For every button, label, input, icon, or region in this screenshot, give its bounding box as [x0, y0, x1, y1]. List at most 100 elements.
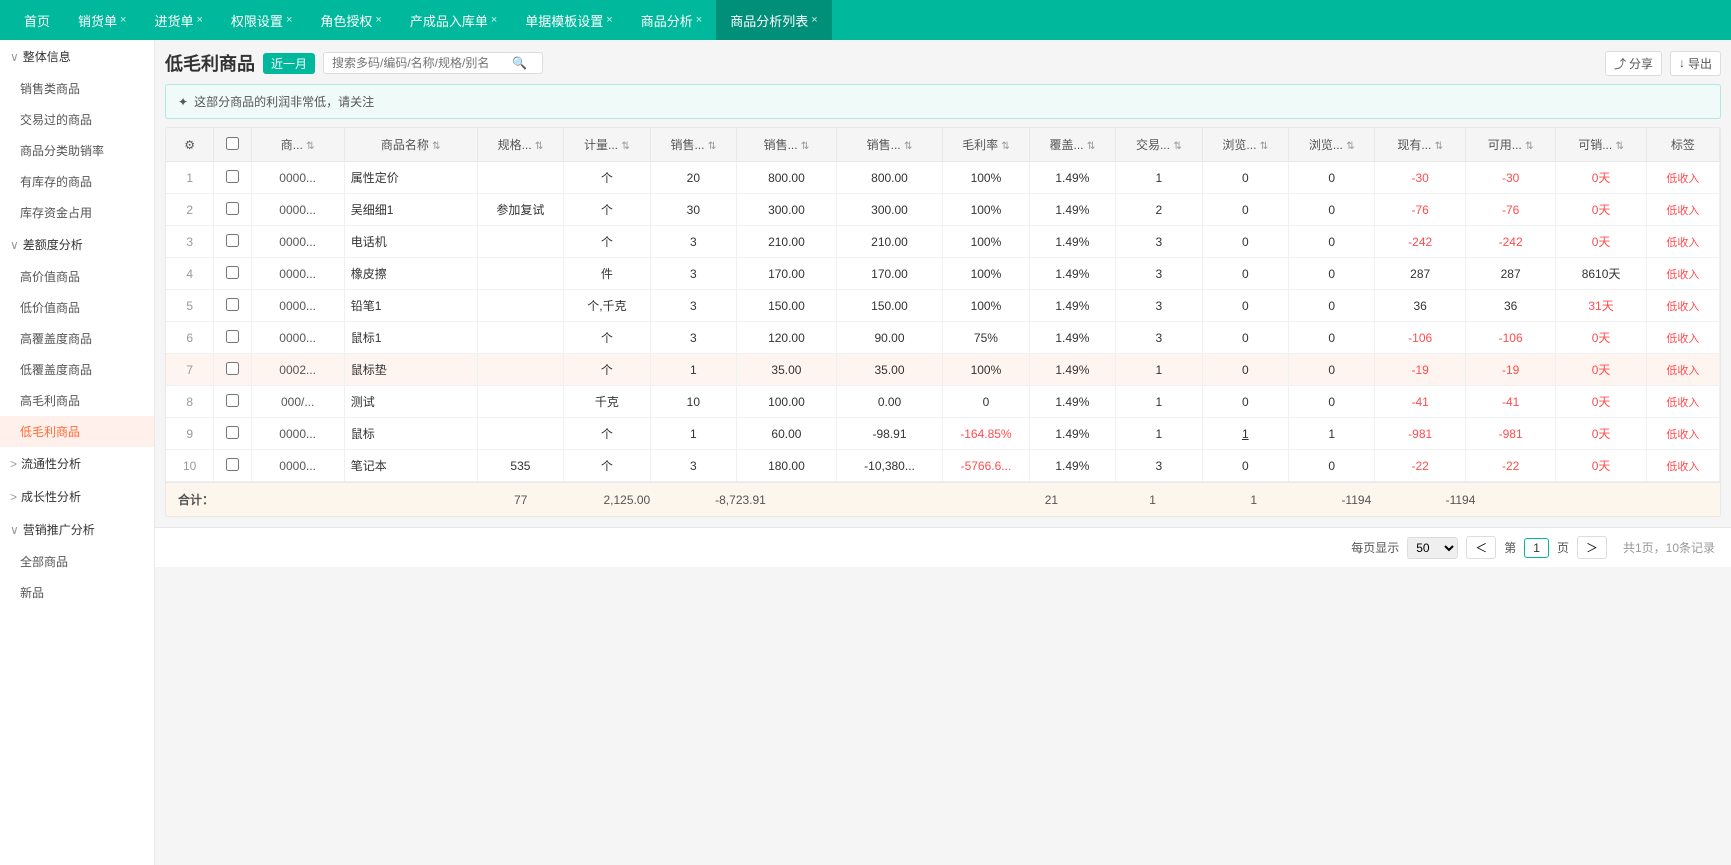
cell-check[interactable] [214, 258, 251, 290]
select-all-checkbox[interactable] [226, 137, 239, 150]
export-button[interactable]: ↓ 导出 [1670, 51, 1721, 76]
cell-sales3: 35.00 [836, 354, 942, 386]
th-name[interactable]: 商品名称 ⇅ [344, 128, 477, 162]
per-page-select[interactable]: 50 20 100 [1407, 537, 1458, 559]
row-checkbox[interactable] [226, 202, 239, 215]
nav-item-product-in[interactable]: 产成品入库单 × [396, 0, 511, 40]
cell-code: 0000... [251, 290, 344, 322]
sidebar-item-高覆盖度商品[interactable]: 高覆盖度商品 [0, 323, 154, 354]
row-checkbox[interactable] [226, 426, 239, 439]
cell-check[interactable] [214, 162, 251, 194]
row-checkbox[interactable] [226, 330, 239, 343]
row-checkbox[interactable] [226, 234, 239, 247]
th-code[interactable]: 商... ⇅ [251, 128, 344, 162]
row-checkbox[interactable] [226, 458, 239, 471]
sidebar-group-整体信息[interactable]: ∨整体信息 [0, 40, 154, 73]
nav-item-roles[interactable]: 角色授权 × [306, 0, 395, 40]
search-box: 🔍 [323, 52, 543, 74]
th-browse1[interactable]: 浏览... ⇅ [1202, 128, 1288, 162]
nav-item-product-analysis[interactable]: 商品分析 × [627, 0, 716, 40]
sidebar-item-低毛利商品[interactable]: 低毛利商品 [0, 416, 154, 447]
cell-tag: 低收入 [1646, 418, 1719, 450]
th-available-stock[interactable]: 可用... ⇅ [1465, 128, 1555, 162]
search-input[interactable] [332, 56, 512, 70]
sidebar-item-高价值商品[interactable]: 高价值商品 [0, 261, 154, 292]
cell-check[interactable] [214, 450, 251, 482]
nav-item-home[interactable]: 首页 [10, 0, 64, 40]
nav-close-product-analysis-list[interactable]: × [811, 14, 817, 26]
cell-unit: 个 [564, 194, 650, 226]
nav-close-template[interactable]: × [606, 14, 612, 26]
sidebar-item-商品分类助销率[interactable]: 商品分类助销率 [0, 135, 154, 166]
nav-close-sales[interactable]: × [120, 14, 126, 26]
next-page-button[interactable]: ＞ [1577, 536, 1607, 559]
cell-margin: 100% [943, 354, 1029, 386]
th-sales-profit[interactable]: 销售... ⇅ [836, 128, 942, 162]
nav-item-purchase[interactable]: 进货单 × [140, 0, 216, 40]
row-checkbox[interactable] [226, 266, 239, 279]
cell-avail: -981 [1465, 418, 1555, 450]
nav-close-product-analysis[interactable]: × [696, 14, 702, 26]
th-current-stock[interactable]: 现有... ⇅ [1375, 128, 1465, 162]
cell-check[interactable] [214, 322, 251, 354]
cell-spec [477, 226, 563, 258]
nav-item-template[interactable]: 单据模板设置 × [511, 0, 626, 40]
nav-close-permissions[interactable]: × [286, 14, 292, 26]
th-tag[interactable]: 标签 [1646, 128, 1719, 162]
cell-check[interactable] [214, 226, 251, 258]
sidebar-group-流通性分析[interactable]: >流通性分析 [0, 447, 154, 480]
footer-browse1: 1 [1120, 493, 1185, 507]
cell-trade: 3 [1116, 450, 1202, 482]
sidebar-item-库存资金占用[interactable]: 库存资金占用 [0, 197, 154, 228]
time-badge[interactable]: 近一月 [263, 53, 315, 74]
nav-close-purchase[interactable]: × [196, 14, 202, 26]
th-settings[interactable]: ⚙ [166, 128, 214, 162]
nav-item-sales[interactable]: 销货单 × [64, 0, 140, 40]
sidebar-item-低覆盖度商品[interactable]: 低覆盖度商品 [0, 354, 154, 385]
th-margin[interactable]: 毛利率 ⇅ [943, 128, 1029, 162]
row-checkbox[interactable] [226, 170, 239, 183]
row-checkbox[interactable] [226, 298, 239, 311]
th-sellable-days[interactable]: 可销... ⇅ [1556, 128, 1646, 162]
nav-close-product-in[interactable]: × [491, 14, 497, 26]
cell-unit: 件 [564, 258, 650, 290]
row-checkbox[interactable] [226, 362, 239, 375]
th-spec[interactable]: 规格... ⇅ [477, 128, 563, 162]
th-browse2[interactable]: 浏览... ⇅ [1289, 128, 1375, 162]
cell-name: 橡皮擦 [344, 258, 477, 290]
th-coverage[interactable]: 覆盖... ⇅ [1029, 128, 1115, 162]
nav-item-product-analysis-list[interactable]: 商品分析列表 × [716, 0, 831, 40]
cell-check[interactable] [214, 354, 251, 386]
sidebar-group-成长性分析[interactable]: >成长性分析 [0, 480, 154, 513]
cell-check[interactable] [214, 386, 251, 418]
th-check[interactable] [214, 128, 251, 162]
cell-check[interactable] [214, 418, 251, 450]
cell-sales3: -10,380... [836, 450, 942, 482]
sidebar-item-全部商品[interactable]: 全部商品 [0, 546, 154, 577]
cell-browse1[interactable]: 1 [1202, 418, 1288, 450]
prev-page-button[interactable]: ＜ [1466, 536, 1496, 559]
share-button[interactable]: ⤴ 分享 [1605, 51, 1662, 76]
table-footer: 合计： 77 2,125.00 -8,723.91 21 1 1 -1194 -… [166, 482, 1720, 516]
sidebar-item-销售类商品[interactable]: 销售类商品 [0, 73, 154, 104]
cell-cover: 1.49% [1029, 226, 1115, 258]
cell-check[interactable] [214, 290, 251, 322]
search-icon[interactable]: 🔍 [512, 56, 527, 70]
cell-unit: 个 [564, 226, 650, 258]
sidebar-item-新品[interactable]: 新品 [0, 577, 154, 608]
th-trade[interactable]: 交易... ⇅ [1116, 128, 1202, 162]
sidebar-group-差额度分析[interactable]: ∨差额度分析 [0, 228, 154, 261]
cell-sales2: 300.00 [737, 194, 837, 226]
sidebar-item-低价值商品[interactable]: 低价值商品 [0, 292, 154, 323]
sidebar-item-有库存的商品[interactable]: 有库存的商品 [0, 166, 154, 197]
nav-item-permissions[interactable]: 权限设置 × [217, 0, 306, 40]
row-checkbox[interactable] [226, 394, 239, 407]
sidebar-group-营销推广分析[interactable]: ∨营销推广分析 [0, 513, 154, 546]
th-sales-amount[interactable]: 销售... ⇅ [737, 128, 837, 162]
cell-check[interactable] [214, 194, 251, 226]
th-sales-qty[interactable]: 销售... ⇅ [650, 128, 736, 162]
sidebar-item-高毛利商品[interactable]: 高毛利商品 [0, 385, 154, 416]
th-unit[interactable]: 计量... ⇅ [564, 128, 650, 162]
nav-close-roles[interactable]: × [375, 14, 381, 26]
sidebar-item-交易过的商品[interactable]: 交易过的商品 [0, 104, 154, 135]
